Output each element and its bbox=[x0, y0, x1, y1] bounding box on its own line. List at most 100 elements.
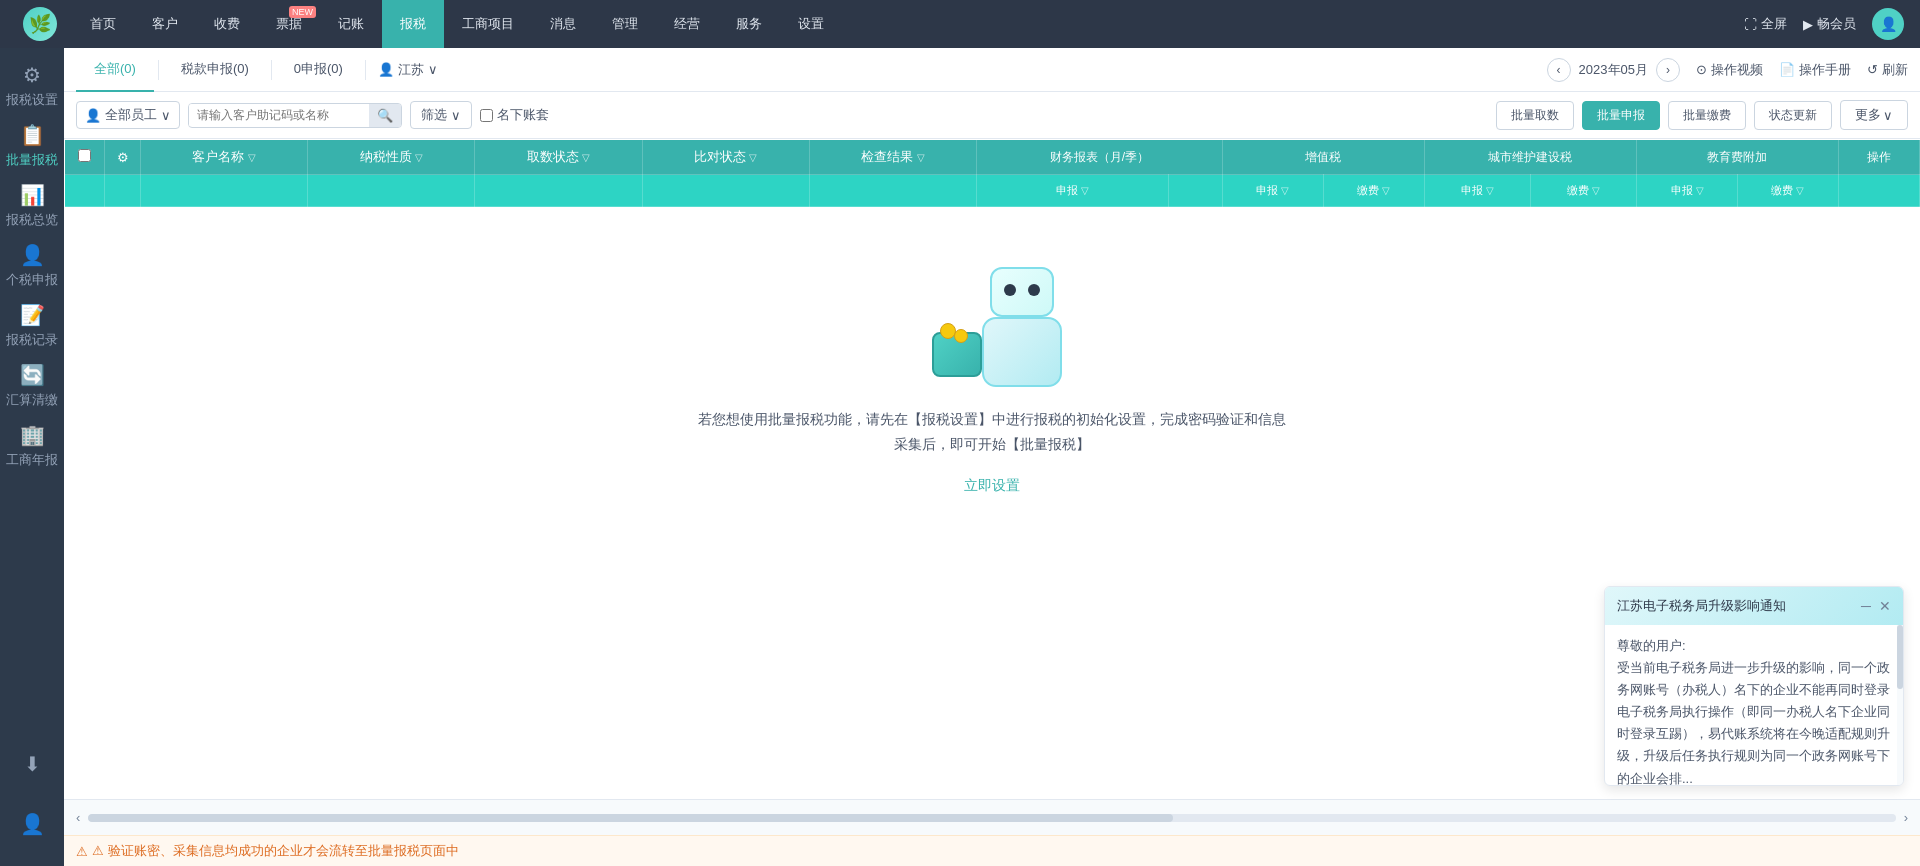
warn-message: ⚠ ⚠ 验证账密、采集信息均成功的企业才会流转至批量报税页面中 bbox=[76, 842, 1908, 860]
scroll-right-btn[interactable]: › bbox=[1904, 810, 1908, 825]
sidebar-item-personal-tax[interactable]: 👤 个税申报 bbox=[0, 236, 64, 296]
logo: 🌿 bbox=[16, 0, 64, 48]
notification-minimize-btn[interactable]: ─ bbox=[1861, 598, 1871, 614]
sidebar-item-annual-report[interactable]: 🏢 工商年报 bbox=[0, 416, 64, 476]
filter-icon-edu-declare[interactable]: ▽ bbox=[1696, 185, 1704, 196]
col-group-vat: 增值税 bbox=[1222, 140, 1424, 175]
video-icon: ⊙ bbox=[1696, 62, 1707, 77]
sidebar-item-settlement[interactable]: 🔄 汇算清缴 bbox=[0, 356, 64, 416]
tab-tax-declare[interactable]: 税款申报 (0) bbox=[163, 48, 267, 92]
notification-close-btn[interactable]: ✕ bbox=[1879, 598, 1891, 614]
filter-icon-city-pay[interactable]: ▽ bbox=[1592, 185, 1600, 196]
annual-report-icon: 🏢 bbox=[20, 423, 45, 447]
refresh-btn[interactable]: ↺ 刷新 bbox=[1867, 61, 1908, 79]
more-btn[interactable]: 更多 ∨ bbox=[1840, 100, 1908, 130]
account-checkbox-label[interactable]: 名下账套 bbox=[480, 106, 549, 124]
horizontal-scrollbar[interactable] bbox=[88, 814, 1895, 822]
sub-op-empty bbox=[1838, 175, 1919, 207]
notification-panel: 江苏电子税务局升级影响通知 ─ ✕ 尊敬的用户: 受当前电子税务局进一步升级的影… bbox=[1604, 586, 1904, 786]
batch-fetch-btn[interactable]: 批量取数 bbox=[1496, 101, 1574, 130]
filter-button[interactable]: 筛选 ∨ bbox=[410, 101, 472, 129]
search-box: 🔍 bbox=[188, 103, 402, 128]
search-button[interactable]: 🔍 bbox=[369, 104, 401, 127]
operation-video-link[interactable]: ⊙ 操作视频 bbox=[1696, 61, 1763, 79]
current-period: 2023年05月 bbox=[1579, 61, 1648, 79]
sidebar-download[interactable]: ⬇ bbox=[0, 734, 64, 794]
filter-icon-fetch[interactable]: ▽ bbox=[582, 152, 590, 163]
sub-tabs-right-actions: ‹ 2023年05月 › ⊙ 操作视频 📄 操作手册 ↺ 刷新 bbox=[1547, 58, 1908, 82]
account-checkbox[interactable] bbox=[480, 109, 493, 122]
col-operation: 操作 bbox=[1838, 140, 1919, 175]
col-tax-nature: 纳税性质 ▽ bbox=[308, 140, 475, 175]
tab-divider-2 bbox=[271, 60, 272, 80]
operation-manual-link[interactable]: 📄 操作手册 bbox=[1779, 61, 1851, 79]
filter-icon-vat-pay[interactable]: ▽ bbox=[1382, 185, 1390, 196]
notification-scrollbar[interactable] bbox=[1897, 625, 1903, 785]
next-period-btn[interactable]: › bbox=[1656, 58, 1680, 82]
data-table: ⚙ 客户名称 ▽ 纳税性质 ▽ 取数状态 ▽ bbox=[64, 139, 1920, 555]
nav-invoice[interactable]: 票据 NEW bbox=[258, 0, 320, 48]
filter-icon-vat-declare[interactable]: ▽ bbox=[1281, 185, 1289, 196]
nav-fee[interactable]: 收费 bbox=[196, 0, 258, 48]
setup-link[interactable]: 立即设置 bbox=[964, 477, 1020, 495]
notification-title: 江苏电子税务局升级影响通知 bbox=[1617, 597, 1786, 615]
filter-icon-check[interactable]: ▽ bbox=[917, 152, 925, 163]
avatar[interactable]: 👤 bbox=[1872, 8, 1904, 40]
tax-settings-icon: ⚙ bbox=[23, 63, 41, 87]
sub-empty-7 bbox=[809, 175, 976, 207]
sub-edu-pay: 缴费 ▽ bbox=[1737, 175, 1838, 207]
sidebar-item-tax-overview[interactable]: 📊 报税总览 bbox=[0, 176, 64, 236]
filter-icon-fin-declare[interactable]: ▽ bbox=[1081, 185, 1089, 196]
sidebar-item-batch-tax[interactable]: 📋 批量报税 bbox=[0, 116, 64, 176]
filter-icon-edu-pay[interactable]: ▽ bbox=[1796, 185, 1804, 196]
settlement-icon: 🔄 bbox=[20, 363, 45, 387]
nav-settings[interactable]: 设置 bbox=[780, 0, 842, 48]
member-btn[interactable]: ▶ 畅会员 bbox=[1803, 15, 1856, 33]
nav-message[interactable]: 消息 bbox=[532, 0, 594, 48]
nav-tax[interactable]: 报税 bbox=[382, 0, 444, 48]
search-input[interactable] bbox=[189, 104, 369, 126]
nav-operation[interactable]: 经营 bbox=[656, 0, 718, 48]
sidebar-item-tax-settings[interactable]: ⚙ 报税设置 bbox=[0, 56, 64, 116]
tab-all[interactable]: 全部 (0) bbox=[76, 48, 154, 92]
tax-overview-icon: 📊 bbox=[20, 183, 45, 207]
sidebar-user[interactable]: 👤 bbox=[0, 794, 64, 854]
user-icon: 👤 bbox=[20, 812, 45, 836]
sub-empty-3 bbox=[141, 175, 308, 207]
gear-icon[interactable]: ⚙ bbox=[117, 150, 129, 165]
tab-divider-1 bbox=[158, 60, 159, 80]
filter-icon-tax-nature[interactable]: ▽ bbox=[415, 152, 423, 163]
personal-tax-icon: 👤 bbox=[20, 243, 45, 267]
nav-home[interactable]: 首页 bbox=[72, 0, 134, 48]
prev-period-btn[interactable]: ‹ bbox=[1547, 58, 1571, 82]
sub-empty-5 bbox=[475, 175, 642, 207]
sidebar-item-tax-records[interactable]: 📝 报税记录 bbox=[0, 296, 64, 356]
nav-manage[interactable]: 管理 bbox=[594, 0, 656, 48]
employee-select[interactable]: 👤 全部员工 ∨ bbox=[76, 101, 180, 129]
chevron-down-icon: ∨ bbox=[428, 62, 438, 77]
tab-zero-declare[interactable]: 0申报 (0) bbox=[276, 48, 361, 92]
status-update-btn[interactable]: 状态更新 bbox=[1754, 101, 1832, 130]
more-chevron-icon: ∨ bbox=[1883, 108, 1893, 123]
filter-icon-customer[interactable]: ▽ bbox=[248, 152, 256, 163]
nav-service[interactable]: 服务 bbox=[718, 0, 780, 48]
sub-empty-1 bbox=[65, 175, 105, 207]
nav-business[interactable]: 工商项目 bbox=[444, 0, 532, 48]
nav-accounting[interactable]: 记账 bbox=[320, 0, 382, 48]
select-chevron-icon: ∨ bbox=[161, 108, 171, 123]
region-selector[interactable]: 👤 江苏 ∨ bbox=[370, 57, 446, 83]
tab-divider-3 bbox=[365, 60, 366, 80]
filter-icon-compare[interactable]: ▽ bbox=[749, 152, 757, 163]
select-all-checkbox[interactable] bbox=[78, 149, 91, 162]
warn-bar: ⚠ ⚠ 验证账密、采集信息均成功的企业才会流转至批量报税页面中 bbox=[64, 835, 1920, 866]
scroll-left-btn[interactable]: ‹ bbox=[76, 810, 80, 825]
sub-empty-4 bbox=[308, 175, 475, 207]
filter-icon-city-declare[interactable]: ▽ bbox=[1486, 185, 1494, 196]
nav-customer[interactable]: 客户 bbox=[134, 0, 196, 48]
batch-declare-btn[interactable]: 批量申报 bbox=[1582, 101, 1660, 130]
sub-city-pay: 缴费 ▽ bbox=[1530, 175, 1636, 207]
fullscreen-btn[interactable]: ⛶ 全屏 bbox=[1744, 15, 1787, 33]
table-sub-header-row: 申报 ▽ 申报 ▽ 缴费 ▽ 申报 ▽ 缴费 ▽ bbox=[65, 175, 1920, 207]
batch-pay-btn[interactable]: 批量缴费 bbox=[1668, 101, 1746, 130]
tax-records-icon: 📝 bbox=[20, 303, 45, 327]
